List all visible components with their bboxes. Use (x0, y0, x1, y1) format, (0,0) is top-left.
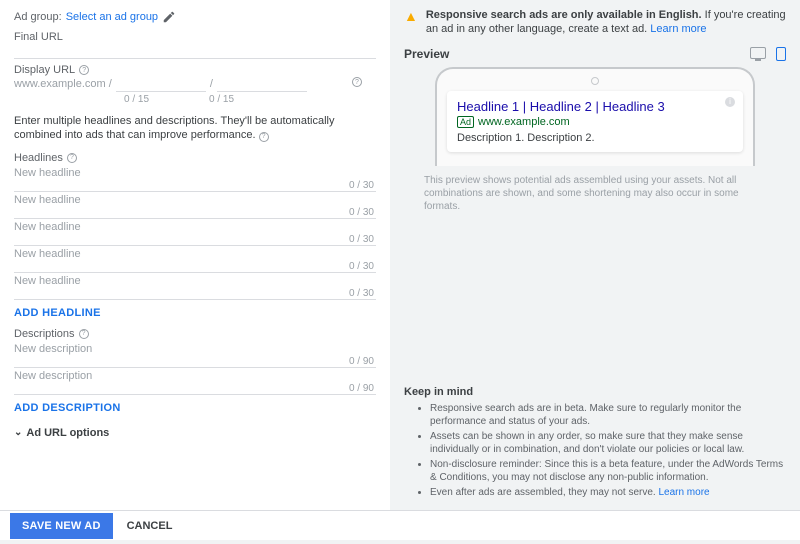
phone-frame: i Headline 1 | Headline 2 | Headline 3 A… (435, 67, 755, 166)
headline-counter: 0 / 30 (349, 261, 376, 272)
headline-counter: 0 / 30 (349, 180, 376, 191)
path2-input[interactable] (217, 76, 307, 92)
path-separator: / (210, 78, 213, 92)
keep-item: Assets can be shown in any order, so mak… (430, 430, 786, 457)
mobile-preview-button[interactable] (776, 47, 786, 61)
headlines-label: Headlines (14, 152, 63, 164)
save-button[interactable]: SAVE NEW AD (10, 513, 113, 539)
headline-counter: 0 / 30 (349, 207, 376, 218)
add-headline-button[interactable]: ADD HEADLINE (14, 307, 376, 319)
keep-item: Even after ads are assembled, they may n… (430, 486, 786, 500)
description-input[interactable]: New description (14, 370, 376, 383)
footer-bar: SAVE NEW AD CANCEL (0, 510, 800, 540)
ad-badge: Ad (457, 116, 474, 128)
preview-note: This preview shows potential ads assembl… (404, 174, 786, 213)
description-input[interactable]: New description (14, 343, 376, 356)
learn-more-link[interactable]: Learn more (656, 487, 710, 498)
headline-input[interactable]: New headline (14, 275, 376, 288)
keep-in-mind-title: Keep in mind (404, 386, 786, 398)
path2-counter: 0 / 15 (209, 94, 234, 105)
ad-headline: Headline 1 | Headline 2 | Headline 3 (457, 99, 733, 114)
preview-title: Preview (404, 47, 449, 61)
display-url-label: Display URL (14, 64, 75, 76)
headline-input[interactable]: New headline (14, 167, 376, 180)
help-icon[interactable]: ? (352, 77, 362, 87)
info-icon[interactable]: i (725, 97, 735, 107)
ad-url-options-toggle[interactable]: ⌄ Ad URL options (14, 427, 376, 439)
description-counter: 0 / 90 (349, 383, 376, 394)
help-icon[interactable]: ? (79, 329, 89, 339)
chevron-down-icon: ⌄ (14, 427, 22, 438)
instruction-text: Enter multiple headlines and description… (14, 115, 334, 141)
alert-bold: Responsive search ads are only available… (426, 9, 702, 21)
headline-input[interactable]: New headline (14, 194, 376, 207)
ad-group-select-link[interactable]: Select an ad group (66, 11, 158, 23)
keep-in-mind-section: Keep in mind Responsive search ads are i… (404, 386, 786, 501)
phone-speaker-icon (591, 77, 599, 85)
descriptions-label: Descriptions (14, 328, 75, 340)
final-url-label: Final URL (14, 31, 63, 43)
keep-item: Responsive search ads are in beta. Make … (430, 402, 786, 429)
keep-item: Non-disclosure reminder: Since this is a… (430, 458, 786, 485)
help-icon[interactable]: ? (259, 132, 269, 142)
preview-panel: ▲ Responsive search ads are only availab… (390, 0, 800, 510)
ad-preview-card: i Headline 1 | Headline 2 | Headline 3 A… (447, 91, 743, 152)
warning-icon: ▲ (404, 8, 418, 24)
ad-url: www.example.com (478, 116, 570, 128)
desktop-preview-button[interactable] (750, 47, 766, 59)
final-url-input[interactable] (14, 43, 376, 59)
headline-input[interactable]: New headline (14, 221, 376, 234)
editor-panel: Ad group: Select an ad group Final URL ?… (0, 0, 390, 510)
display-url-static: www.example.com / (14, 78, 112, 92)
description-counter: 0 / 90 (349, 356, 376, 367)
path1-counter: 0 / 15 (124, 94, 149, 105)
pencil-icon[interactable] (162, 10, 176, 24)
learn-more-link[interactable]: Learn more (650, 23, 706, 35)
ad-description: Description 1. Description 2. (457, 132, 733, 144)
headline-input[interactable]: New headline (14, 248, 376, 261)
ad-url-options-label: Ad URL options (26, 427, 109, 439)
ad-group-label: Ad group: (14, 11, 62, 23)
help-icon[interactable]: ? (67, 153, 77, 163)
headline-counter: 0 / 30 (349, 288, 376, 299)
cancel-button[interactable]: CANCEL (127, 520, 173, 532)
headline-counter: 0 / 30 (349, 234, 376, 245)
help-icon[interactable]: ? (79, 65, 89, 75)
path1-input[interactable] (116, 76, 206, 92)
add-description-button[interactable]: ADD DESCRIPTION (14, 402, 376, 414)
